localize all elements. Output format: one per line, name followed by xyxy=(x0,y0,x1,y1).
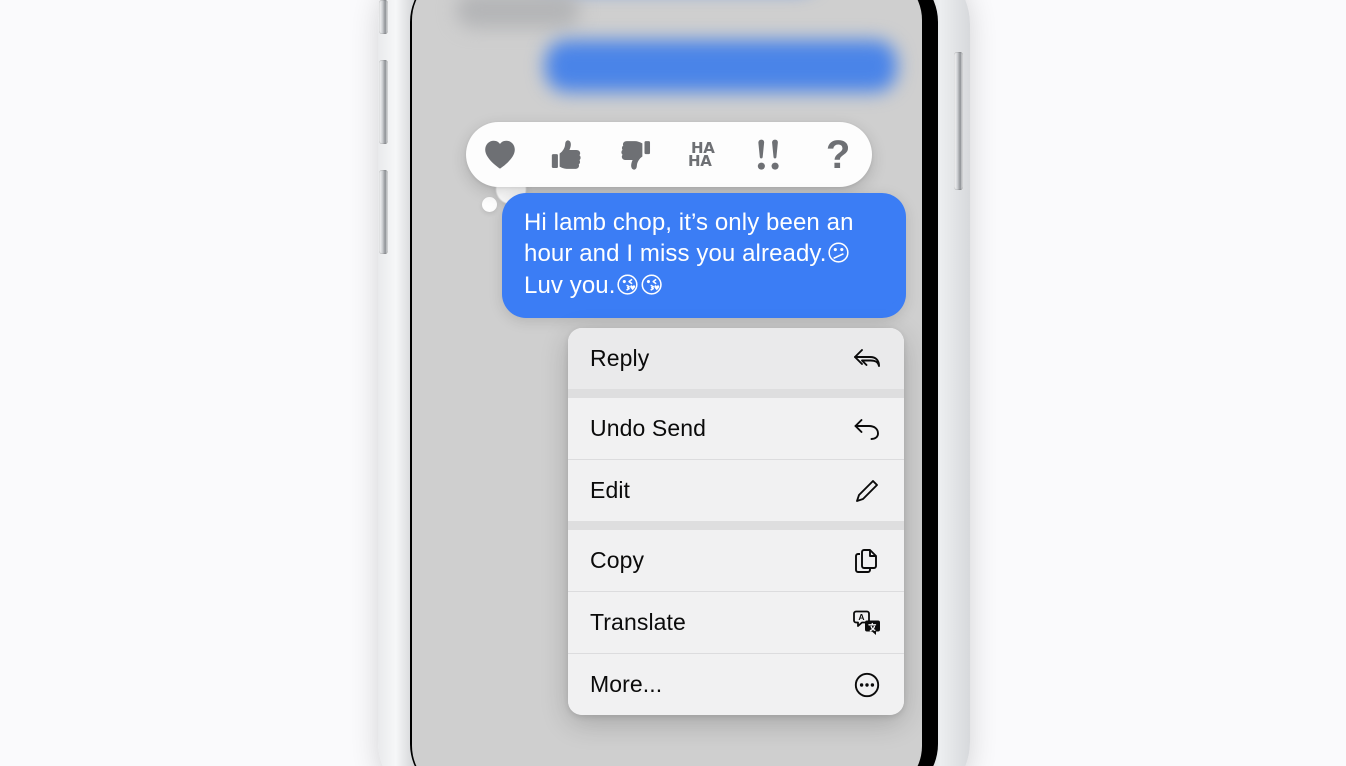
volume-up-button[interactable] xyxy=(379,60,388,144)
menu-item-reply-label: Reply xyxy=(590,345,650,371)
background-bubble-sent-main xyxy=(545,40,897,92)
menu-item-edit[interactable]: Edit xyxy=(568,460,904,521)
menu-item-more[interactable]: More... xyxy=(568,654,904,715)
menu-item-copy[interactable]: Copy xyxy=(568,530,904,591)
menu-group-separator-1 xyxy=(568,389,904,398)
translate-bubbles-icon: A xyxy=(851,607,883,639)
menu-item-undo-send[interactable]: Undo Send xyxy=(568,398,904,459)
screenshot-root: HA HA ? Hi lamb chop, it’s only been an … xyxy=(0,0,1346,766)
message-line-2: hour and I miss you already.😕 xyxy=(524,240,851,267)
menu-item-copy-label: Copy xyxy=(590,547,645,573)
volume-down-button[interactable] xyxy=(379,170,388,254)
menu-item-more-label: More... xyxy=(590,671,663,697)
message-bubble-sent[interactable]: Hi lamb chop, it’s only been an hour and… xyxy=(502,193,906,318)
double-exclamation-icon[interactable] xyxy=(744,129,796,181)
thumbs-down-icon[interactable] xyxy=(609,129,661,181)
undo-arrow-icon xyxy=(851,413,883,445)
message-line-1: Hi lamb chop, it’s only been an xyxy=(524,209,854,236)
copy-pages-icon xyxy=(851,545,883,577)
confused-face-emoji: 😕 xyxy=(826,241,851,267)
heart-icon[interactable] xyxy=(474,129,526,181)
menu-group-separator-2 xyxy=(568,521,904,530)
action-button[interactable] xyxy=(379,0,388,34)
reply-arrow-icon xyxy=(851,343,883,375)
haha-icon[interactable]: HA HA xyxy=(677,129,729,181)
message-context-menu[interactable]: Reply Undo Send Edit Copy Translate A Mo… xyxy=(568,328,904,715)
power-button[interactable] xyxy=(954,52,963,190)
tapback-reaction-bar[interactable]: HA HA ? xyxy=(466,122,872,212)
question-mark-glyph: ? xyxy=(825,132,851,177)
pencil-icon xyxy=(851,475,883,507)
kissing-face-emoji-1: 😘 xyxy=(615,273,640,299)
background-bubble-received xyxy=(456,0,580,28)
more-circle-icon xyxy=(851,669,883,701)
kissing-face-emoji-2: 😘 xyxy=(639,273,664,299)
tapback-tail-small-dot xyxy=(482,197,497,212)
menu-item-translate[interactable]: Translate A xyxy=(568,592,904,653)
svg-text:A: A xyxy=(858,612,864,622)
message-line-3: Luv you.😘😘 xyxy=(524,272,664,299)
menu-item-undo-send-label: Undo Send xyxy=(590,415,706,441)
menu-item-edit-label: Edit xyxy=(590,477,631,503)
haha-line-2: HA xyxy=(688,151,712,170)
menu-item-reply[interactable]: Reply xyxy=(568,328,904,389)
message-bubble-tail xyxy=(888,292,914,318)
menu-item-translate-label: Translate xyxy=(590,609,686,635)
thumbs-up-icon[interactable] xyxy=(541,129,593,181)
question-mark-icon[interactable]: ? xyxy=(812,129,864,181)
